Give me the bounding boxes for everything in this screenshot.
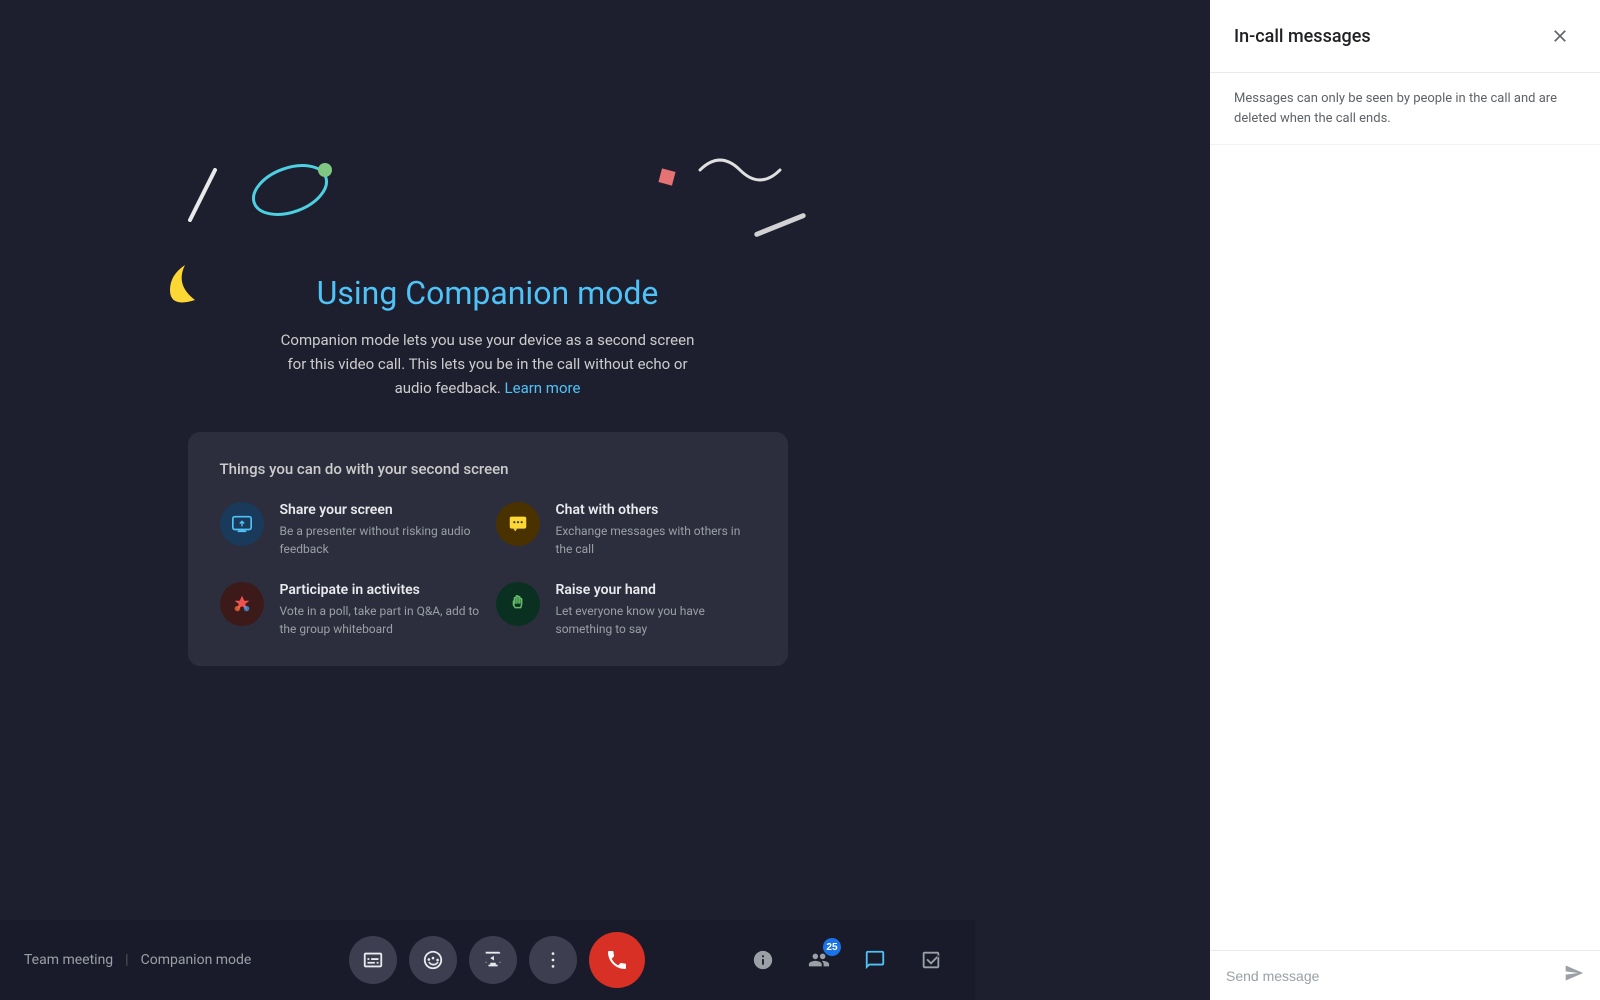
panel-notice: Messages can only be seen by people in t… xyxy=(1210,73,1600,145)
meeting-info: Team meeting | Companion mode xyxy=(24,952,251,968)
bottom-bar: Team meeting | Companion mode xyxy=(0,920,975,1000)
message-input[interactable] xyxy=(1226,968,1556,984)
message-input-area xyxy=(1210,950,1600,1000)
feature-text-share: Share your screen Be a presenter without… xyxy=(280,502,480,558)
share-screen-icon xyxy=(220,502,264,546)
features-title: Things you can do with your second scree… xyxy=(220,460,756,478)
people-button[interactable]: 25 xyxy=(799,940,839,980)
feature-item-activities: Participate in activites Vote in a poll,… xyxy=(220,582,480,638)
content-center: Using Companion mode Companion mode lets… xyxy=(188,274,788,666)
meeting-title: Team meeting xyxy=(24,952,113,968)
activities-button[interactable] xyxy=(911,940,951,980)
features-grid: Share your screen Be a presenter without… xyxy=(220,502,756,638)
people-badge: 25 xyxy=(823,938,841,956)
end-call-button[interactable] xyxy=(589,932,645,988)
present-button[interactable] xyxy=(469,936,517,984)
separator: | xyxy=(125,952,128,968)
feature-text-activities: Participate in activites Vote in a poll,… xyxy=(280,582,480,638)
reactions-button[interactable] xyxy=(409,936,457,984)
info-button[interactable] xyxy=(743,940,783,980)
feature-item-chat: Chat with others Exchange messages with … xyxy=(496,502,756,558)
panel-title: In-call messages xyxy=(1234,26,1371,47)
meeting-mode: Companion mode xyxy=(141,952,252,968)
captions-button[interactable] xyxy=(349,936,397,984)
feature-text-chat: Chat with others Exchange messages with … xyxy=(556,502,756,558)
bottom-right-controls: 25 xyxy=(743,940,951,980)
description-text: Companion mode lets you use your device … xyxy=(278,328,698,400)
page-title: Using Companion mode xyxy=(278,274,698,312)
more-options-button[interactable] xyxy=(529,936,577,984)
raise-hand-icon xyxy=(496,582,540,626)
right-panel: In-call messages Messages can only be se… xyxy=(1210,0,1600,1000)
feature-card: Things you can do with your second scree… xyxy=(188,432,788,666)
send-message-button[interactable] xyxy=(1564,963,1584,988)
close-panel-button[interactable] xyxy=(1544,20,1576,52)
activities-icon xyxy=(220,582,264,626)
feature-text-hand: Raise your hand Let everyone know you ha… xyxy=(556,582,756,638)
learn-more-link[interactable]: Learn more xyxy=(505,379,581,397)
feature-item-hand: Raise your hand Let everyone know you ha… xyxy=(496,582,756,638)
title-area: Using Companion mode Companion mode lets… xyxy=(278,274,698,400)
main-area: Using Companion mode Companion mode lets… xyxy=(0,0,975,1000)
feature-item-share: Share your screen Be a presenter without… xyxy=(220,502,480,558)
panel-header: In-call messages xyxy=(1210,0,1600,73)
chat-button[interactable] xyxy=(855,940,895,980)
bottom-controls xyxy=(349,932,645,988)
messages-area[interactable] xyxy=(1210,145,1600,950)
chat-icon xyxy=(496,502,540,546)
